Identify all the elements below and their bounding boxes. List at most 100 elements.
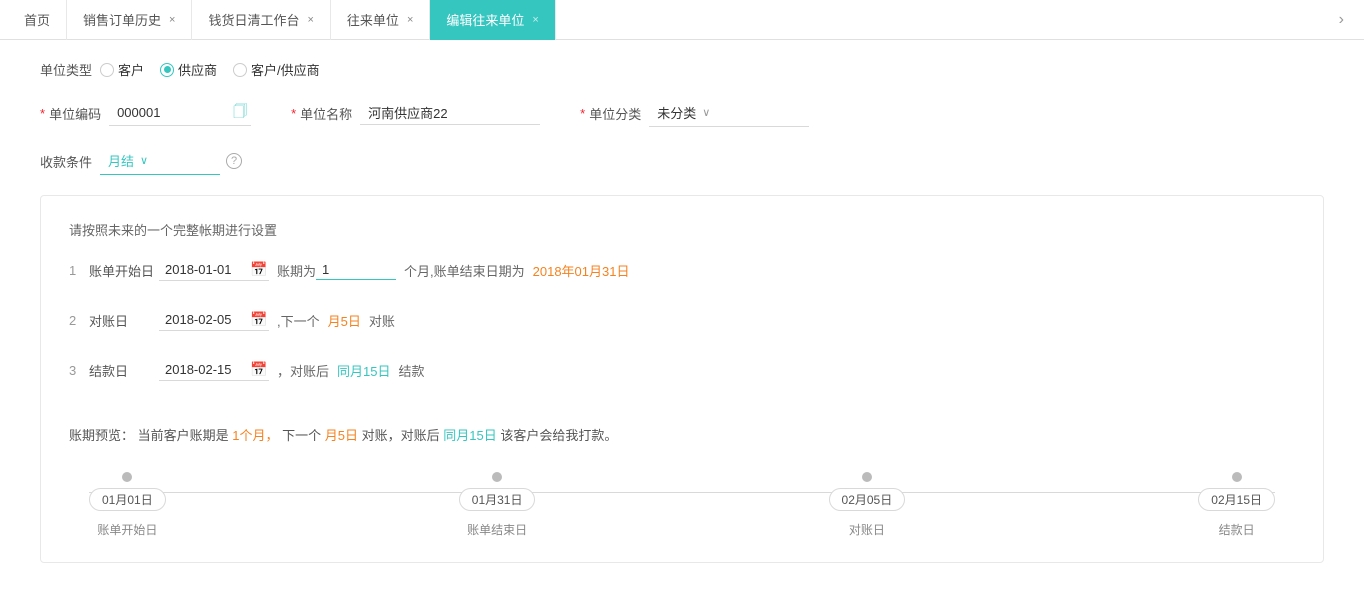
radio-supplier[interactable]: 供应商 [160,60,217,79]
setting-label-2: 对账日 [89,311,159,330]
timeline-sublabel-1: 账单开始日 [97,521,157,538]
radio-customer-label: 客户 [118,60,144,79]
timeline-dot-1 [122,472,132,482]
calendar-icon-2[interactable]: 📅 [250,311,267,328]
tab-edit-partner-units[interactable]: 编辑往来单位 × [430,0,555,40]
timeline-dot-4 [1232,472,1242,482]
setting-num-3: 3 [69,363,89,378]
setting-row-2: 2 对账日 📅 ,下一个 月5日 对账 [69,309,1295,331]
radio-supplier-circle [160,63,174,77]
unit-name-item: * 单位名称 [291,101,540,125]
tab-cash-reconciliation-close[interactable]: × [307,14,313,26]
unit-category-select[interactable]: 未分类 ∨ [649,99,809,127]
unit-code-input-wrapper: 🗍 [109,101,251,126]
setting-desc-1-prefix: 账期为 [277,261,316,280]
setting-desc-1-suffix: 个月,账单结束日期为 [404,261,525,280]
date-field-3: 📅 [159,359,269,381]
preview-section: 账期预览： 当前客户账期是 1个月， 下一个 月5日 对账，对账后 同月15日 … [69,409,1295,538]
payment-terms-value: 月结 [108,151,134,170]
preview-text-end: 该客户会给我打款。 [500,428,617,443]
tab-expand-button[interactable]: › [1327,11,1356,29]
tab-cash-reconciliation-label: 钱货日清工作台 [208,10,299,29]
tab-cash-reconciliation[interactable]: 钱货日清工作台 × [192,0,330,40]
timeline-tag-4: 02月15日 [1198,488,1275,511]
end-date-highlight: 2018年01月31日 [533,261,630,280]
timeline-nodes: 01月01日 账单开始日 01月31日 账单结束日 02月05日 对账日 [89,472,1275,538]
setting-row-3: 3 结款日 📅 ，对账后 同月15日 结款 [69,359,1295,381]
setting-desc-2-after: 对账 [369,311,395,330]
preview-text-mid1: 下一个 [282,428,321,443]
timeline-node-1: 01月01日 账单开始日 [89,472,166,538]
preview-text-mid2: 对账，对账后 [362,428,440,443]
timeline-sublabel-3: 对账日 [849,521,885,538]
tab-edit-partner-units-label: 编辑往来单位 [446,10,524,29]
tab-partner-units-label: 往来单位 [347,10,399,29]
tab-sales-order-history-label: 销售订单历史 [83,10,161,29]
period-input[interactable] [316,260,396,280]
tab-sales-order-history-close[interactable]: × [169,14,175,26]
date-input-3[interactable] [165,362,250,377]
unit-code-item: * 单位编码 🗍 [40,101,251,126]
radio-customer-circle [100,63,114,77]
setting-label-3: 结款日 [89,361,159,380]
timeline-container: 01月01日 账单开始日 01月31日 账单结束日 02月05日 对账日 [69,472,1295,538]
unit-name-label: 单位名称 [300,104,352,123]
preview-highlight1: 1个月， [232,428,278,443]
calendar-icon-1[interactable]: 📅 [250,261,267,278]
unit-code-input[interactable] [109,101,229,124]
timeline-node-2: 01月31日 账单结束日 [459,472,536,538]
unit-name-star: * [291,106,296,121]
payment-terms-arrow-icon: ∨ [140,154,148,167]
tab-sales-order-history[interactable]: 销售订单历史 × [67,0,192,40]
unit-type-item: 单位类型 客户 供应商 客户/供应商 [40,60,320,79]
unit-code-star: * [40,106,45,121]
payment-terms-row: 收款条件 月结 ∨ ? [40,147,1324,175]
timeline-node-3: 02月05日 对账日 [829,472,906,538]
setting-label-1: 账单开始日 [89,261,159,280]
tab-bar: 首页 销售订单历史 × 钱货日清工作台 × 往来单位 × 编辑往来单位 × › [0,0,1364,40]
payment-terms-help-icon[interactable]: ? [226,153,242,169]
setting-desc-3-before: ，对账后 [277,361,329,380]
settings-title: 请按照未来的一个完整帐期进行设置 [69,220,1295,239]
tab-edit-partner-units-close[interactable]: × [532,14,538,26]
preview-highlight2: 月5日 [325,428,358,443]
calendar-icon-3[interactable]: 📅 [250,361,267,378]
timeline-sublabel-4: 结款日 [1219,521,1255,538]
timeline-tag-3: 02月05日 [829,488,906,511]
unit-code-label: 单位编码 [49,104,101,123]
tab-partner-units-close[interactable]: × [407,14,413,26]
unit-category-star: * [580,106,585,121]
timeline-sublabel-2: 账单结束日 [467,521,527,538]
date-input-1[interactable] [165,262,250,277]
date-field-2: 📅 [159,309,269,331]
payment-terms-select[interactable]: 月结 ∨ [100,147,220,175]
unit-type-row: 单位类型 客户 供应商 客户/供应商 [40,60,1324,79]
tab-home[interactable]: 首页 [8,0,67,40]
radio-supplier-label: 供应商 [178,60,217,79]
preview-highlight3: 同月15日 [443,428,496,443]
setting-num-1: 1 [69,263,89,278]
setting-row-1: 1 账单开始日 📅 账期为 个月,账单结束日期为 2018年01月31日 [69,259,1295,281]
unit-category-label: 单位分类 [589,104,641,123]
date-input-2[interactable] [165,312,250,327]
settings-box: 请按照未来的一个完整帐期进行设置 1 账单开始日 📅 账期为 个月,账单结束日期… [40,195,1324,563]
tab-partner-units[interactable]: 往来单位 × [331,0,430,40]
payment-terms-item: 收款条件 月结 ∨ ? [40,147,242,175]
timeline-tag-1: 01月01日 [89,488,166,511]
preview-text-before: 当前客户账期是 [138,428,229,443]
timeline-dot-3 [862,472,872,482]
radio-customer-supplier-circle [233,63,247,77]
radio-customer-supplier[interactable]: 客户/供应商 [233,60,320,79]
radio-customer[interactable]: 客户 [100,60,144,79]
unit-info-row: * 单位编码 🗍 * 单位名称 * 单位分类 未分类 ∨ [40,99,1324,127]
main-content: 单位类型 客户 供应商 客户/供应商 * 单位编码 [0,40,1364,608]
unit-code-copy-icon[interactable]: 🗍 [229,101,251,125]
payment-terms-label: 收款条件 [40,152,92,171]
unit-name-input[interactable] [360,101,540,125]
unit-type-label: 单位类型 [40,60,92,79]
unit-category-item: * 单位分类 未分类 ∨ [580,99,809,127]
setting-desc-2-before: ,下一个 [277,311,320,330]
setting-num-2: 2 [69,313,89,328]
radio-group-unit-type: 客户 供应商 客户/供应商 [100,60,320,79]
timeline-node-4: 02月15日 结款日 [1198,472,1275,538]
